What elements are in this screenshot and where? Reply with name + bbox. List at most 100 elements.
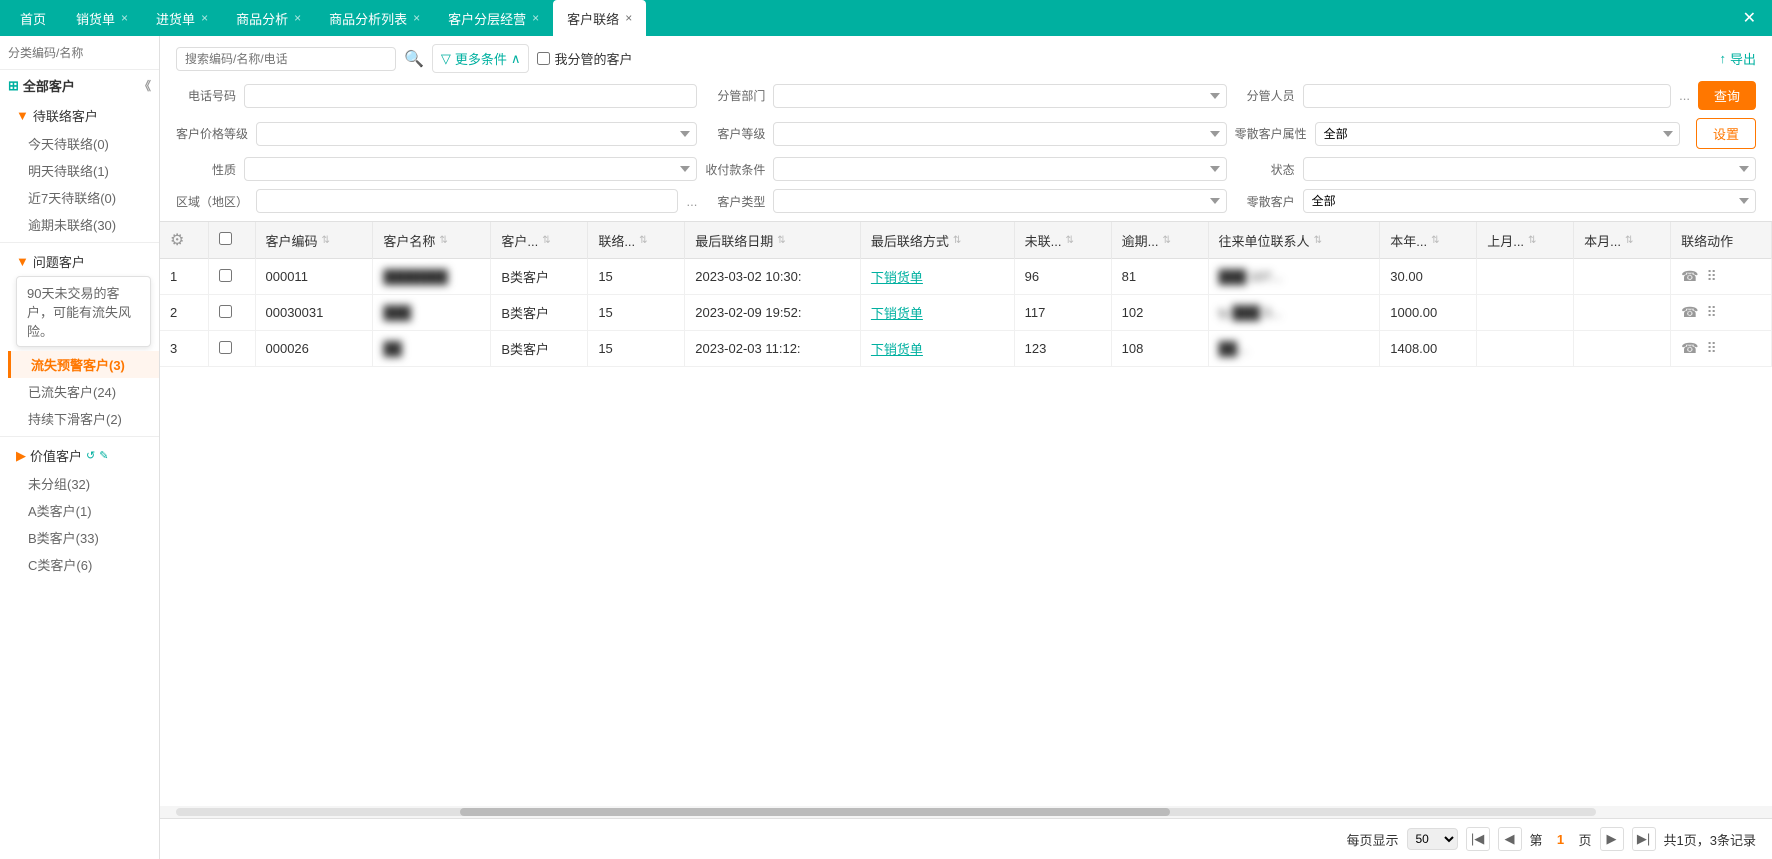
settings-gear-icon[interactable]: ⚙ — [170, 232, 184, 249]
last-month-sort-icon[interactable]: ⇅ — [1528, 235, 1536, 246]
uncontacted-sort-icon[interactable]: ⇅ — [1066, 235, 1074, 246]
page-label: 第 — [1530, 830, 1543, 849]
tab-analysis-list[interactable]: 商品分析列表 × — [315, 0, 434, 36]
risk-group-header[interactable]: ▼ 问题客户 — [8, 247, 159, 276]
tab-purchase[interactable]: 进货单 × — [142, 0, 222, 36]
page-first-btn[interactable]: |◀ — [1466, 827, 1490, 851]
region-more-icon[interactable]: ... — [686, 194, 697, 209]
scrollbar-thumb[interactable] — [460, 808, 1170, 816]
tab-customer-link[interactable]: 客户联络 × — [553, 0, 646, 36]
th-this-month: 本月... ⇅ — [1574, 222, 1671, 259]
tab-sales[interactable]: 销货单 × — [62, 0, 142, 36]
price-tier-select[interactable] — [256, 122, 697, 146]
cell-last-date: 2023-03-02 10:30: — [685, 259, 861, 295]
sidebar-item-7days[interactable]: 近7天待联络(0) — [8, 184, 159, 211]
sidebar-item-c-class[interactable]: C类客户(6) — [8, 551, 159, 578]
sidebar-item-today[interactable]: 今天待联络(0) — [8, 130, 159, 157]
page-prev-btn[interactable]: ◀ — [1498, 827, 1522, 851]
customer-type-select[interactable] — [773, 189, 1226, 213]
row-checkbox-2[interactable] — [219, 341, 232, 354]
contact-sort-icon[interactable]: ⇅ — [639, 235, 647, 246]
sidebar-item-overdue[interactable]: 逾期未联络(30) — [8, 211, 159, 238]
action-more-icon[interactable]: ⠿ — [1707, 304, 1717, 321]
zero-retail-select[interactable]: 全部 — [1315, 122, 1680, 146]
cell-this-month — [1574, 295, 1671, 331]
customer-tier-select[interactable] — [773, 122, 1226, 146]
my-customers-checkbox[interactable] — [537, 52, 550, 65]
manager-more-icon[interactable]: ... — [1679, 88, 1690, 103]
page-last-btn[interactable]: ▶| — [1632, 827, 1656, 851]
payment-select[interactable] — [773, 157, 1226, 181]
cell-overdue: 108 — [1111, 331, 1208, 367]
sidebar-item-tomorrow[interactable]: 明天待联络(1) — [8, 157, 159, 184]
action-more-icon[interactable]: ⠿ — [1707, 340, 1717, 357]
tab-customer-tier-close[interactable]: × — [532, 11, 539, 25]
row-checkbox-1[interactable] — [219, 305, 232, 318]
last-method-link[interactable]: 下销货单 — [871, 270, 923, 285]
last-method-link[interactable]: 下销货单 — [871, 306, 923, 321]
filter-search-input[interactable] — [176, 47, 396, 71]
zero-retail-label: 零散客户属性 — [1235, 125, 1307, 142]
tab-purchase-close[interactable]: × — [201, 11, 208, 25]
tab-analysis[interactable]: 商品分析 × — [222, 0, 315, 36]
action-contact-icon[interactable]: ☎ — [1681, 268, 1698, 285]
setting-button[interactable]: 设置 — [1696, 118, 1756, 149]
export-button[interactable]: ↑ 导出 — [1719, 49, 1756, 68]
dept-select[interactable] — [773, 84, 1226, 108]
action-contact-icon[interactable]: ☎ — [1681, 304, 1698, 321]
sidebar-all-customers[interactable]: ⊞ 全部客户 《 — [0, 70, 159, 101]
filter-top-row: 🔍 ▽ 更多条件 ∧ 我分管的客户 ↑ 导出 — [176, 44, 1756, 73]
last-method-sort-icon[interactable]: ⇅ — [953, 235, 961, 246]
horizontal-scrollbar[interactable] — [160, 806, 1772, 818]
last-date-sort-icon[interactable]: ⇅ — [777, 235, 785, 246]
my-customers-checkbox-label[interactable]: 我分管的客户 — [537, 49, 632, 68]
value-group-header[interactable]: ▶ 价值客户 ↺ ✎ — [8, 441, 159, 470]
this-month-sort-icon[interactable]: ⇅ — [1625, 235, 1633, 246]
sidebar-item-a-class[interactable]: A类客户(1) — [8, 497, 159, 524]
filter-search-button[interactable]: 🔍 — [404, 49, 424, 69]
unit-contact-sort-icon[interactable]: ⇅ — [1314, 235, 1322, 246]
status-select[interactable] — [1303, 157, 1756, 181]
tab-home[interactable]: 首页 — [4, 0, 62, 36]
select-all-checkbox[interactable] — [219, 232, 232, 245]
page-next-btn[interactable]: ▶ — [1600, 827, 1624, 851]
per-page-select[interactable]: 50 100 200 — [1407, 828, 1458, 850]
tab-customer-tier[interactable]: 客户分层经营 × — [434, 0, 553, 36]
action-contact-icon[interactable]: ☎ — [1681, 340, 1698, 357]
type-sort-icon[interactable]: ⇅ — [542, 235, 550, 246]
pending-group-header[interactable]: ▼ 待联络客户 — [8, 101, 159, 130]
pagination-bar: 每页显示 50 100 200 |◀ ◀ 第 1 页 ▶ ▶| 共1页，3条记录 — [160, 818, 1772, 859]
name-sort-icon[interactable]: ⇅ — [439, 235, 447, 246]
sidebar-search-input[interactable] — [8, 46, 160, 60]
cell-index: 2 — [160, 295, 208, 331]
window-close-button[interactable]: ✕ — [1731, 8, 1768, 28]
cell-check — [208, 331, 255, 367]
code-sort-icon[interactable]: ⇅ — [322, 235, 330, 246]
tab-customer-link-close[interactable]: × — [625, 11, 632, 25]
tab-analysis-close[interactable]: × — [294, 11, 301, 25]
this-year-sort-icon[interactable]: ⇅ — [1431, 235, 1439, 246]
sidebar-item-ungroup[interactable]: 未分组(32) — [8, 470, 159, 497]
value-refresh-icon[interactable]: ↺ — [86, 449, 95, 462]
manager-input[interactable] — [1303, 84, 1671, 108]
collapse-icon: 《 — [139, 77, 151, 94]
region-input[interactable] — [256, 189, 678, 213]
tab-analysis-list-close[interactable]: × — [413, 11, 420, 25]
value-arrow-icon: ▶ — [16, 448, 26, 464]
overdue-sort-icon[interactable]: ⇅ — [1162, 235, 1170, 246]
tab-sales-close[interactable]: × — [121, 11, 128, 25]
sidebar-item-churn-warning[interactable]: 流失预警客户(3) — [8, 351, 159, 378]
sidebar-item-churned[interactable]: 已流失客户(24) — [8, 378, 159, 405]
filter-more-button[interactable]: ▽ 更多条件 ∧ — [432, 44, 530, 73]
sidebar-item-declining[interactable]: 持续下滑客户(2) — [8, 405, 159, 432]
zero-customer-select[interactable]: 全部 — [1303, 189, 1756, 213]
gender-select[interactable] — [244, 157, 697, 181]
scrollbar-track[interactable] — [176, 808, 1596, 816]
last-method-link[interactable]: 下销货单 — [871, 342, 923, 357]
sidebar-item-b-class[interactable]: B类客户(33) — [8, 524, 159, 551]
row-checkbox-0[interactable] — [219, 269, 232, 282]
phone-input[interactable] — [244, 84, 697, 108]
query-button[interactable]: 查询 — [1698, 81, 1756, 110]
value-edit-icon[interactable]: ✎ — [99, 449, 108, 462]
action-more-icon[interactable]: ⠿ — [1707, 268, 1717, 285]
